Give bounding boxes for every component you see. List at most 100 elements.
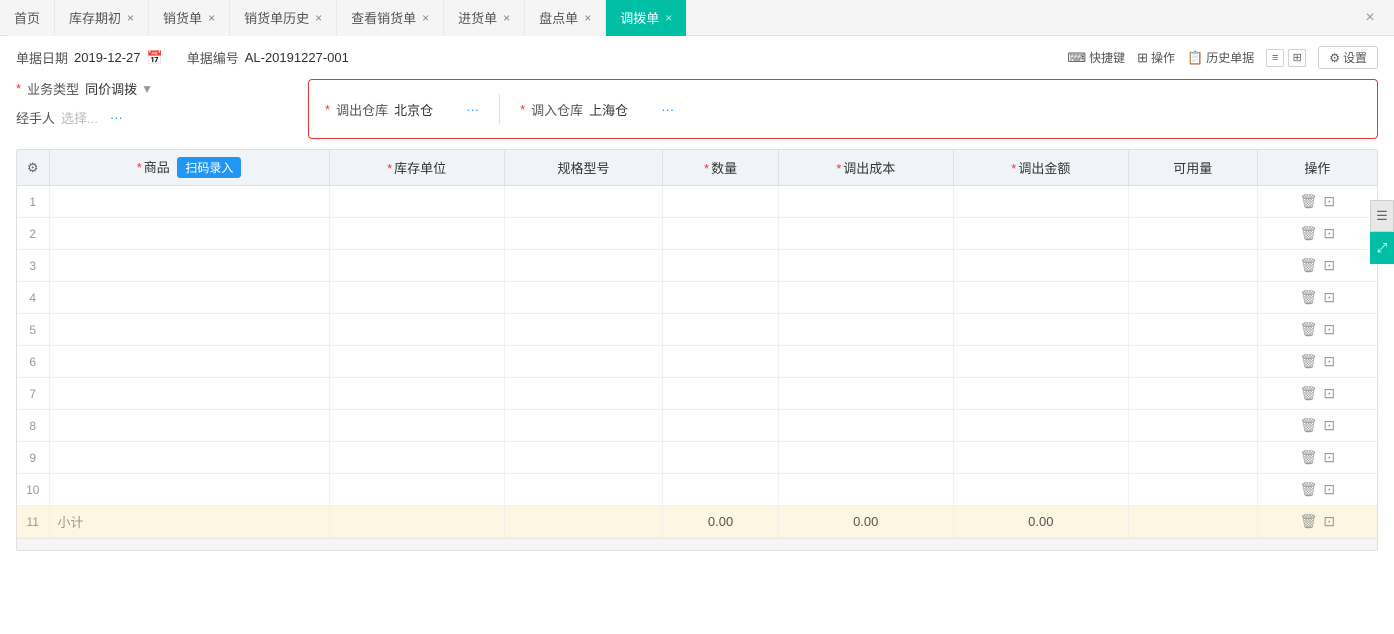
row-spec[interactable] bbox=[504, 474, 663, 506]
row-available[interactable] bbox=[1128, 250, 1257, 282]
tab-inventory-check-close[interactable]: × bbox=[584, 11, 591, 25]
row-available[interactable] bbox=[1128, 410, 1257, 442]
row-product[interactable] bbox=[49, 218, 329, 250]
row-available[interactable] bbox=[1128, 314, 1257, 346]
row-product[interactable] bbox=[49, 410, 329, 442]
tab-purchase-order[interactable]: 进货单 × bbox=[444, 0, 525, 36]
tab-view-sales[interactable]: 查看销货单 × bbox=[337, 0, 444, 36]
delete-row-icon[interactable]: 🗑 bbox=[1300, 417, 1318, 434]
delete-row-icon[interactable]: 🗑 bbox=[1300, 481, 1318, 498]
copy-row-icon[interactable]: ⊡ bbox=[1323, 289, 1335, 306]
delete-row-icon[interactable]: 🗑 bbox=[1300, 385, 1318, 402]
row-spec[interactable] bbox=[504, 378, 663, 410]
row-cost[interactable] bbox=[778, 474, 953, 506]
row-available[interactable] bbox=[1128, 474, 1257, 506]
copy-row-icon[interactable]: ⊡ bbox=[1323, 353, 1335, 370]
delete-icon[interactable]: 🗑 bbox=[1300, 513, 1318, 530]
layout-grid-icon[interactable]: ⊞ bbox=[1288, 49, 1306, 67]
delete-row-icon[interactable]: 🗑 bbox=[1300, 225, 1318, 242]
row-cost[interactable] bbox=[778, 250, 953, 282]
row-available[interactable] bbox=[1128, 346, 1257, 378]
calendar-icon[interactable]: 📅 bbox=[147, 50, 163, 66]
row-quantity[interactable] bbox=[663, 250, 778, 282]
row-amount[interactable] bbox=[953, 442, 1128, 474]
operations-button[interactable]: ⊞ 操作 bbox=[1137, 49, 1175, 66]
row-product[interactable] bbox=[49, 250, 329, 282]
transfer-out-value[interactable]: 北京仓 bbox=[394, 100, 454, 119]
window-close-button[interactable]: × bbox=[1354, 2, 1386, 34]
row-unit[interactable] bbox=[329, 346, 504, 378]
row-unit[interactable] bbox=[329, 218, 504, 250]
tab-purchase-order-close[interactable]: × bbox=[503, 11, 510, 25]
delete-row-icon[interactable]: 🗑 bbox=[1300, 353, 1318, 370]
row-amount[interactable] bbox=[953, 378, 1128, 410]
row-spec[interactable] bbox=[504, 186, 663, 218]
row-unit[interactable] bbox=[329, 186, 504, 218]
side-list-icon[interactable]: ☰ bbox=[1370, 200, 1394, 232]
tab-transfer-order-close[interactable]: × bbox=[665, 11, 672, 25]
row-product[interactable] bbox=[49, 474, 329, 506]
row-quantity[interactable] bbox=[663, 474, 778, 506]
copy-row-icon[interactable]: ⊡ bbox=[1323, 257, 1335, 274]
tab-transfer-order[interactable]: 调拨单 × bbox=[606, 0, 687, 36]
delete-row-icon[interactable]: 🗑 bbox=[1300, 193, 1318, 210]
row-quantity[interactable] bbox=[663, 314, 778, 346]
transfer-out-more-icon[interactable]: ··· bbox=[466, 102, 479, 117]
date-value[interactable]: 2019-12-27 bbox=[74, 50, 141, 65]
row-quantity[interactable] bbox=[663, 346, 778, 378]
copy-row-icon[interactable]: ⊡ bbox=[1323, 321, 1335, 338]
row-unit[interactable] bbox=[329, 410, 504, 442]
copy-icon[interactable]: ⊡ bbox=[1323, 513, 1335, 530]
row-unit[interactable] bbox=[329, 314, 504, 346]
row-unit[interactable] bbox=[329, 474, 504, 506]
row-product[interactable] bbox=[49, 314, 329, 346]
setting-button[interactable]: ⚙ 设置 bbox=[1318, 46, 1378, 69]
row-amount[interactable] bbox=[953, 250, 1128, 282]
row-spec[interactable] bbox=[504, 282, 663, 314]
th-settings[interactable]: ⚙ bbox=[17, 150, 49, 186]
tab-inventory-init-close[interactable]: × bbox=[127, 11, 134, 25]
row-cost[interactable] bbox=[778, 410, 953, 442]
table-scroll[interactable]: ⚙ *商品 扫码录入 *库存单位 规格型号 *数量 * bbox=[17, 150, 1377, 538]
row-unit[interactable] bbox=[329, 282, 504, 314]
row-product[interactable] bbox=[49, 442, 329, 474]
row-available[interactable] bbox=[1128, 186, 1257, 218]
row-product[interactable] bbox=[49, 186, 329, 218]
row-cost[interactable] bbox=[778, 186, 953, 218]
side-expand-icon[interactable]: ⤢ bbox=[1370, 232, 1394, 264]
row-quantity[interactable] bbox=[663, 378, 778, 410]
row-spec[interactable] bbox=[504, 410, 663, 442]
row-unit[interactable] bbox=[329, 378, 504, 410]
tab-sales-history-close[interactable]: × bbox=[315, 11, 322, 25]
tab-inventory-check[interactable]: 盘点单 × bbox=[525, 0, 606, 36]
row-amount[interactable] bbox=[953, 410, 1128, 442]
row-available[interactable] bbox=[1128, 282, 1257, 314]
tab-sales-history[interactable]: 销货单历史 × bbox=[230, 0, 337, 36]
row-spec[interactable] bbox=[504, 250, 663, 282]
copy-row-icon[interactable]: ⊡ bbox=[1323, 193, 1335, 210]
row-cost[interactable] bbox=[778, 346, 953, 378]
history-button[interactable]: 📋 历史单据 bbox=[1187, 49, 1254, 66]
copy-row-icon[interactable]: ⊡ bbox=[1323, 385, 1335, 402]
row-product[interactable] bbox=[49, 282, 329, 314]
layout-list-icon[interactable]: ≡ bbox=[1266, 49, 1284, 67]
row-amount[interactable] bbox=[953, 474, 1128, 506]
row-available[interactable] bbox=[1128, 442, 1257, 474]
tab-view-sales-close[interactable]: × bbox=[422, 11, 429, 25]
copy-row-icon[interactable]: ⊡ bbox=[1323, 225, 1335, 242]
handler-more-icon[interactable]: ··· bbox=[110, 110, 123, 125]
copy-row-icon[interactable]: ⊡ bbox=[1323, 417, 1335, 434]
row-cost[interactable] bbox=[778, 442, 953, 474]
row-available[interactable] bbox=[1128, 218, 1257, 250]
row-quantity[interactable] bbox=[663, 442, 778, 474]
row-amount[interactable] bbox=[953, 346, 1128, 378]
copy-row-icon[interactable]: ⊡ bbox=[1323, 481, 1335, 498]
tab-sales-order-close[interactable]: × bbox=[208, 11, 215, 25]
scan-button[interactable]: 扫码录入 bbox=[177, 157, 241, 178]
row-quantity[interactable] bbox=[663, 186, 778, 218]
delete-row-icon[interactable]: 🗑 bbox=[1300, 289, 1318, 306]
row-quantity[interactable] bbox=[663, 410, 778, 442]
row-quantity[interactable] bbox=[663, 218, 778, 250]
row-unit[interactable] bbox=[329, 250, 504, 282]
delete-row-icon[interactable]: 🗑 bbox=[1300, 257, 1318, 274]
